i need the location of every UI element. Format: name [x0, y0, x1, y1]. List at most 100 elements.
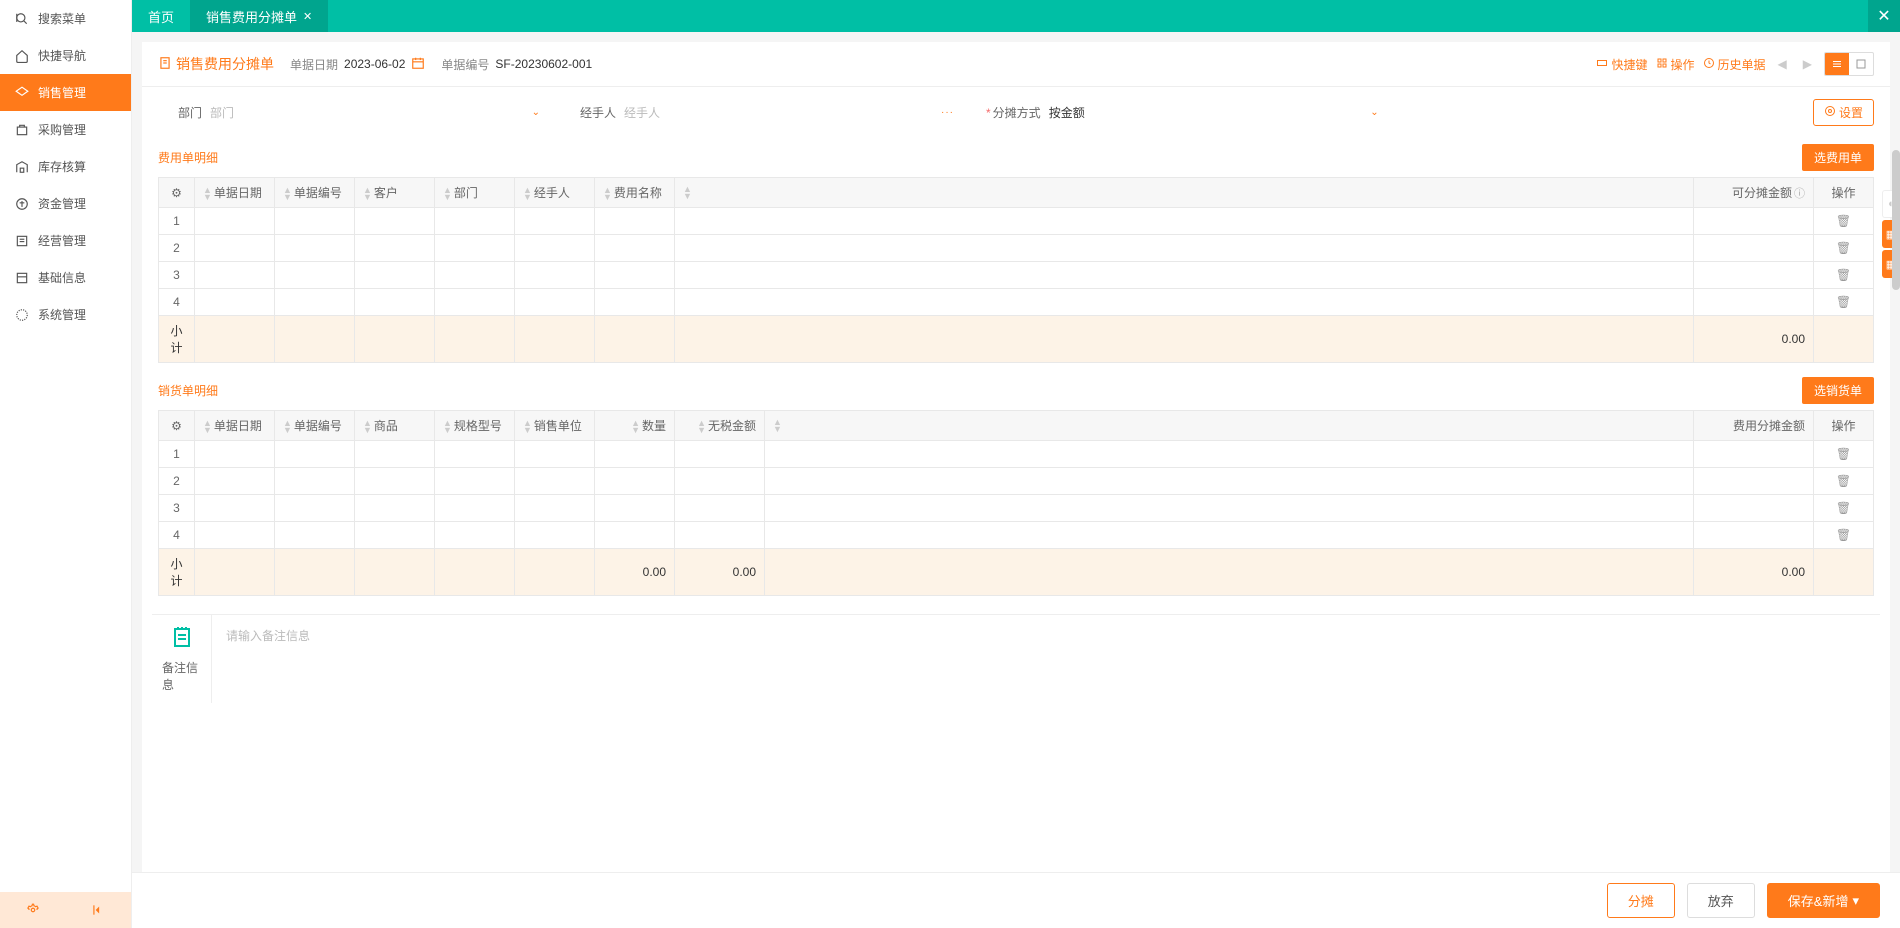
sidebar-bottom: [0, 892, 131, 928]
gear-icon: [1824, 105, 1836, 120]
col-docno[interactable]: ▲▼单据编号: [275, 411, 355, 441]
col-amount[interactable]: ▲▼无税金额: [675, 411, 765, 441]
operation-button[interactable]: 操作: [1656, 56, 1695, 73]
sidebar-item-search[interactable]: 搜索菜单: [0, 0, 131, 37]
sidebar-item-inventory[interactable]: 库存核算: [0, 148, 131, 185]
history-button[interactable]: 历史单据: [1703, 56, 1766, 73]
col-blank[interactable]: ▲▼: [675, 178, 1694, 208]
view-list-button[interactable]: [1825, 53, 1849, 75]
dept-dropdown[interactable]: 部门 ⌄: [210, 102, 540, 124]
notes-input[interactable]: [226, 629, 1866, 643]
sidebar-settings-button[interactable]: [0, 892, 66, 928]
subtotal-row: 小计0.000.000.00: [159, 549, 1874, 596]
sidebar-item-nav[interactable]: 快捷导航: [0, 37, 131, 74]
col-alloc[interactable]: 费用分摊金额: [1694, 411, 1814, 441]
page-title: 销售费用分摊单: [158, 54, 274, 74]
expense-section-title: 费用单明细: [158, 149, 218, 166]
col-docno[interactable]: ▲▼单据编号: [275, 178, 355, 208]
col-gear[interactable]: ⚙: [159, 178, 195, 208]
notes-label: 备注信息: [162, 659, 201, 693]
document-icon: [158, 56, 172, 73]
notes-section: 备注信息: [152, 614, 1880, 703]
tabs-close-all-button[interactable]: ✕: [1868, 0, 1900, 32]
doc-date-value[interactable]: 2023-06-02: [344, 57, 405, 71]
delete-icon[interactable]: 🗑: [1836, 528, 1851, 542]
header-actions: 快捷键 操作 历史单据 ◀ ▶: [1596, 52, 1874, 76]
table-row[interactable]: 1🗑: [159, 441, 1874, 468]
table-row[interactable]: 4🗑: [159, 289, 1874, 316]
tab-expense-allocation[interactable]: 销售费用分摊单 ✕: [190, 0, 328, 32]
col-qty[interactable]: ▲▼数量: [595, 411, 675, 441]
col-date[interactable]: ▲▼单据日期: [195, 178, 275, 208]
col-date[interactable]: ▲▼单据日期: [195, 411, 275, 441]
table-row[interactable]: 2🗑: [159, 235, 1874, 262]
tab-home[interactable]: 首页: [132, 0, 190, 32]
nav-prev-button[interactable]: ◀: [1774, 57, 1791, 71]
sidebar: 搜索菜单 快捷导航 销售管理 采购管理 库存核算 资金管理 经营管理 基础信息: [0, 0, 132, 928]
sidebar-label: 基础信息: [38, 269, 86, 286]
sidebar-item-sales[interactable]: 销售管理: [0, 74, 131, 111]
sales-section-header: 销货单明细 选销货单: [142, 371, 1890, 410]
home-icon: [14, 48, 30, 64]
method-dropdown[interactable]: 按金额 ⌄: [1049, 102, 1379, 124]
view-detail-button[interactable]: [1849, 53, 1873, 75]
sidebar-item-purchase[interactable]: 采购管理: [0, 111, 131, 148]
table-row[interactable]: 4🗑: [159, 522, 1874, 549]
delete-icon[interactable]: 🗑: [1836, 214, 1851, 228]
scrollbar[interactable]: [1892, 150, 1900, 290]
shortcut-label: 快捷键: [1611, 56, 1647, 73]
save-add-button[interactable]: 保存&新增 ▾: [1767, 883, 1880, 918]
table-row[interactable]: 2🗑: [159, 468, 1874, 495]
delete-icon[interactable]: 🗑: [1836, 241, 1851, 255]
col-handler[interactable]: ▲▼经手人: [515, 178, 595, 208]
delete-icon[interactable]: 🗑: [1836, 501, 1851, 515]
sidebar-item-finance[interactable]: 资金管理: [0, 185, 131, 222]
gear-icon: ⚙: [171, 419, 182, 433]
chevron-down-icon: ⌄: [532, 107, 540, 118]
col-gear[interactable]: ⚙: [159, 411, 195, 441]
sidebar-collapse-button[interactable]: [66, 892, 132, 928]
discard-button[interactable]: 放弃: [1687, 883, 1755, 918]
doc-no-field: 单据编号 SF-20230602-001: [441, 56, 592, 73]
shortcut-button[interactable]: 快捷键: [1596, 56, 1647, 73]
delete-icon[interactable]: 🗑: [1836, 268, 1851, 282]
col-allocatable[interactable]: 可分摊金额ⓘ: [1694, 178, 1814, 208]
col-blank[interactable]: ▲▼: [765, 411, 1694, 441]
subtotal-amount: 0.00: [1694, 316, 1814, 363]
settings-button[interactable]: 设置: [1813, 99, 1874, 126]
table-row[interactable]: 1🗑: [159, 208, 1874, 235]
select-sales-button[interactable]: 选销货单: [1802, 377, 1874, 404]
doc-no-label: 单据编号: [441, 56, 489, 73]
calendar-icon[interactable]: [411, 56, 425, 73]
sidebar-item-operation[interactable]: 经营管理: [0, 222, 131, 259]
doc-date-field: 单据日期 2023-06-02: [290, 56, 425, 73]
col-customer[interactable]: ▲▼客户: [355, 178, 435, 208]
col-unit[interactable]: ▲▼销售单位: [515, 411, 595, 441]
more-icon: ···: [941, 107, 954, 118]
sidebar-item-basic[interactable]: 基础信息: [0, 259, 131, 296]
allocate-button[interactable]: 分摊: [1607, 883, 1675, 918]
select-expense-button[interactable]: 选费用单: [1802, 144, 1874, 171]
delete-icon[interactable]: 🗑: [1836, 474, 1851, 488]
basic-icon: [14, 270, 30, 286]
nav-next-button[interactable]: ▶: [1799, 57, 1816, 71]
col-expense-name[interactable]: ▲▼费用名称: [595, 178, 675, 208]
search-icon: [14, 11, 30, 27]
delete-icon[interactable]: 🗑: [1836, 295, 1851, 309]
tab-label: 销售费用分摊单: [206, 7, 297, 26]
operation-label: 操作: [1671, 56, 1695, 73]
tab-label: 首页: [148, 7, 174, 26]
dept-field: 部门 部门 ⌄: [158, 102, 540, 124]
col-spec[interactable]: ▲▼规格型号: [435, 411, 515, 441]
sales-icon: [14, 85, 30, 101]
table-row[interactable]: 3🗑: [159, 262, 1874, 289]
table-row[interactable]: 3🗑: [159, 495, 1874, 522]
delete-icon[interactable]: 🗑: [1836, 447, 1851, 461]
view-toggle: [1824, 52, 1874, 76]
sidebar-item-system[interactable]: 系统管理: [0, 296, 131, 333]
col-dept[interactable]: ▲▼部门: [435, 178, 515, 208]
handler-dropdown[interactable]: 经手人 ···: [624, 102, 954, 124]
help-icon[interactable]: ⓘ: [1794, 188, 1805, 200]
close-icon[interactable]: ✕: [303, 10, 312, 23]
col-product[interactable]: ▲▼商品: [355, 411, 435, 441]
